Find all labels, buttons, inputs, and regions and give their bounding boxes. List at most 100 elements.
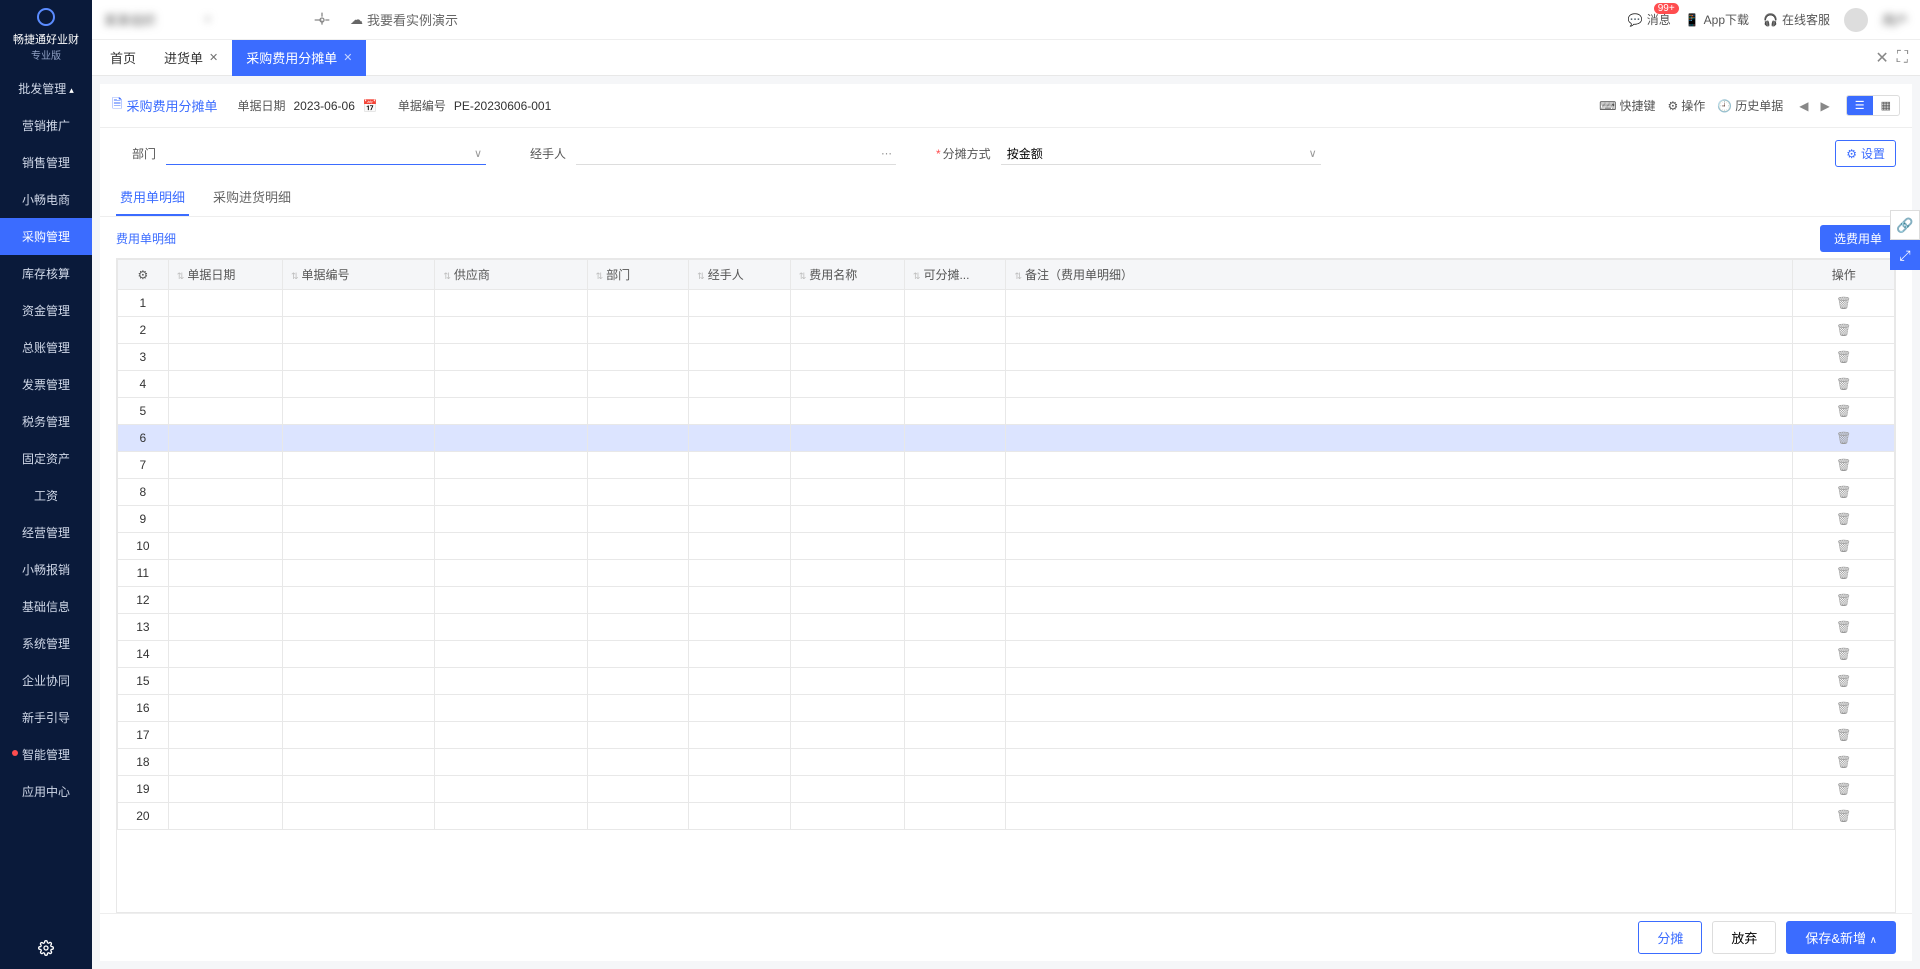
trash-icon[interactable]: 🗑: [1836, 755, 1851, 769]
cell-handler[interactable]: [689, 614, 791, 641]
discard-button[interactable]: 放弃: [1712, 921, 1776, 954]
trash-icon[interactable]: 🗑: [1836, 674, 1851, 688]
chevron-down-icon[interactable]: ∨: [1309, 147, 1317, 160]
col-remark[interactable]: ⇅备注（费用单明细）: [1006, 260, 1793, 290]
cell-code[interactable]: [283, 614, 435, 641]
cell-dept[interactable]: [587, 533, 689, 560]
cell-costName[interactable]: [790, 749, 904, 776]
cell-costName[interactable]: [790, 668, 904, 695]
nav-item-8[interactable]: 发票管理: [0, 366, 92, 403]
nav-item-3[interactable]: 小畅电商: [0, 181, 92, 218]
cell-remark[interactable]: [1006, 317, 1793, 344]
cell-remark[interactable]: [1006, 425, 1793, 452]
cell-costName[interactable]: [790, 560, 904, 587]
cell-handler[interactable]: [689, 371, 791, 398]
nav-item-0[interactable]: 批发管理: [0, 70, 92, 107]
cell-supplier[interactable]: [435, 317, 587, 344]
cell-date[interactable]: [168, 398, 282, 425]
cell-remark[interactable]: [1006, 614, 1793, 641]
trash-icon[interactable]: 🗑: [1836, 296, 1851, 310]
trash-icon[interactable]: 🗑: [1836, 566, 1851, 580]
demo-link[interactable]: ☁ 我要看实例演示: [350, 10, 458, 29]
table-row[interactable]: 15🗑: [118, 668, 1895, 695]
table-row[interactable]: 11🗑: [118, 560, 1895, 587]
dept-input[interactable]: [166, 142, 486, 165]
cell-costName[interactable]: [790, 722, 904, 749]
allocate-button[interactable]: 分摊: [1638, 921, 1702, 954]
trash-icon[interactable]: 🗑: [1836, 701, 1851, 715]
cell-dept[interactable]: [587, 776, 689, 803]
cell-supplier[interactable]: [435, 749, 587, 776]
tab-2[interactable]: 采购费用分摊单✕: [232, 40, 366, 76]
cell-canAlloc[interactable]: [904, 587, 1006, 614]
org-selector[interactable]: 某某组织 ∨: [104, 10, 304, 29]
table-row[interactable]: 8🗑: [118, 479, 1895, 506]
cell-dept[interactable]: [587, 587, 689, 614]
trash-icon[interactable]: 🗑: [1836, 458, 1851, 472]
cell-handler[interactable]: [689, 695, 791, 722]
cell-supplier[interactable]: [435, 776, 587, 803]
cell-code[interactable]: [283, 587, 435, 614]
cell-dept[interactable]: [587, 668, 689, 695]
cell-dept[interactable]: [587, 398, 689, 425]
close-icon[interactable]: ✕: [209, 51, 218, 64]
cell-canAlloc[interactable]: [904, 344, 1006, 371]
trash-icon[interactable]: 🗑: [1836, 539, 1851, 553]
cell-date[interactable]: [168, 290, 282, 317]
date-value[interactable]: 2023-06-06: [293, 99, 354, 113]
nav-item-14[interactable]: 基础信息: [0, 588, 92, 625]
cell-dept[interactable]: [587, 452, 689, 479]
method-input[interactable]: [1001, 142, 1321, 165]
message-button[interactable]: 💬 消息 99+: [1628, 11, 1671, 28]
settings-button[interactable]: ⚙ 设置: [1835, 140, 1896, 167]
cell-date[interactable]: [168, 803, 282, 830]
cell-code[interactable]: [283, 722, 435, 749]
cell-remark[interactable]: [1006, 290, 1793, 317]
cell-dept[interactable]: [587, 506, 689, 533]
cell-dept[interactable]: [587, 803, 689, 830]
table-row[interactable]: 3🗑: [118, 344, 1895, 371]
cell-costName[interactable]: [790, 479, 904, 506]
cell-date[interactable]: [168, 641, 282, 668]
cell-canAlloc[interactable]: [904, 722, 1006, 749]
cell-supplier[interactable]: [435, 371, 587, 398]
cell-date[interactable]: [168, 452, 282, 479]
card-view[interactable]: ▦: [1873, 96, 1899, 115]
cell-costName[interactable]: [790, 425, 904, 452]
col-dept[interactable]: ⇅部门: [587, 260, 689, 290]
cell-costName[interactable]: [790, 317, 904, 344]
cell-supplier[interactable]: [435, 425, 587, 452]
cell-dept[interactable]: [587, 317, 689, 344]
cell-handler[interactable]: [689, 290, 791, 317]
cell-supplier[interactable]: [435, 344, 587, 371]
cell-handler[interactable]: [689, 344, 791, 371]
trash-icon[interactable]: 🗑: [1836, 593, 1851, 607]
cell-supplier[interactable]: [435, 641, 587, 668]
table-row[interactable]: 13🗑: [118, 614, 1895, 641]
nav-item-5[interactable]: 库存核算: [0, 255, 92, 292]
table-row[interactable]: 20🗑: [118, 803, 1895, 830]
cell-code[interactable]: [283, 695, 435, 722]
cell-supplier[interactable]: [435, 533, 587, 560]
cell-costName[interactable]: [790, 641, 904, 668]
cell-dept[interactable]: [587, 641, 689, 668]
cell-supplier[interactable]: [435, 506, 587, 533]
table-row[interactable]: 18🗑: [118, 749, 1895, 776]
cell-dept[interactable]: [587, 722, 689, 749]
trash-icon[interactable]: 🗑: [1836, 377, 1851, 391]
cell-date[interactable]: [168, 668, 282, 695]
cell-supplier[interactable]: [435, 398, 587, 425]
cell-handler[interactable]: [689, 317, 791, 344]
cell-costName[interactable]: [790, 614, 904, 641]
shortcut-action[interactable]: ⌨快捷键: [1599, 97, 1655, 114]
table-row[interactable]: 17🗑: [118, 722, 1895, 749]
cell-code[interactable]: [283, 533, 435, 560]
cell-canAlloc[interactable]: [904, 560, 1006, 587]
cell-code[interactable]: [283, 317, 435, 344]
trash-icon[interactable]: 🗑: [1836, 782, 1851, 796]
table-row[interactable]: 14🗑: [118, 641, 1895, 668]
cell-costName[interactable]: [790, 803, 904, 830]
cell-remark[interactable]: [1006, 506, 1793, 533]
trash-icon[interactable]: 🗑: [1836, 512, 1851, 526]
cell-code[interactable]: [283, 452, 435, 479]
